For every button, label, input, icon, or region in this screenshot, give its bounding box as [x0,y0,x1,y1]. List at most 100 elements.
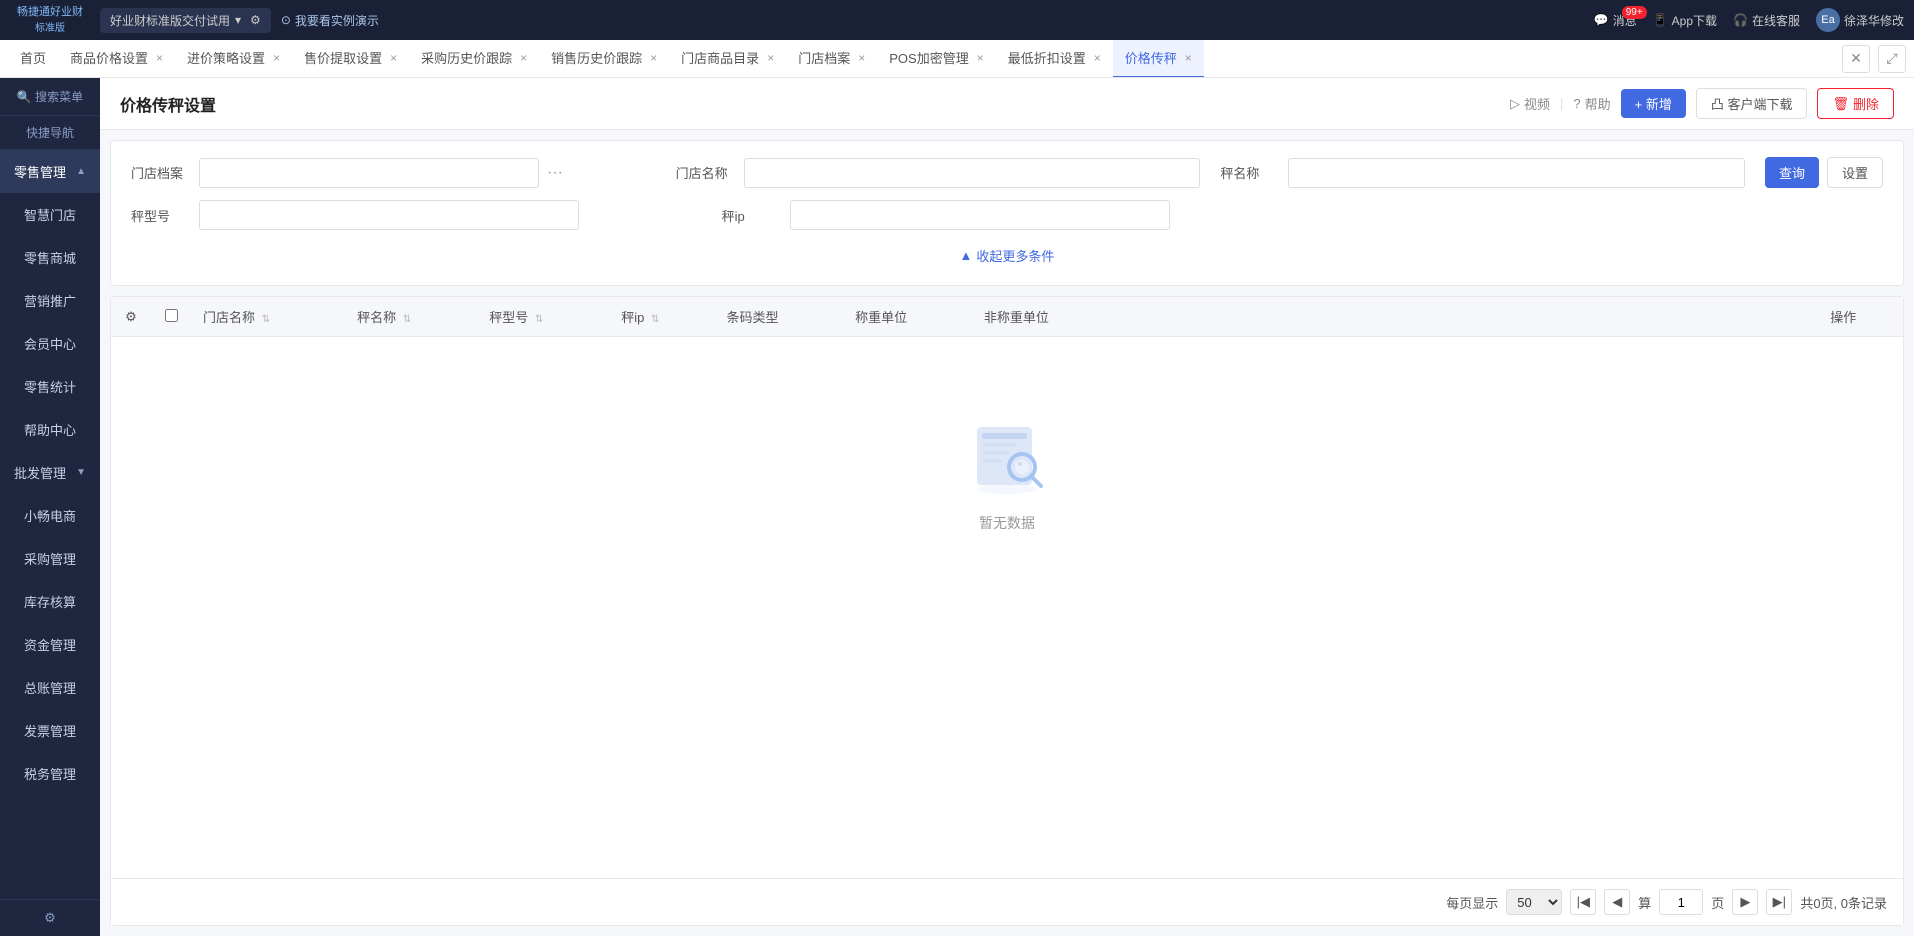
tab-purchase-strategy-close[interactable]: × [273,51,280,65]
tab-pos[interactable]: POS加密管理 × [877,40,995,78]
sidebar-item-wholesale[interactable]: 批发管理 ▼ [0,451,100,494]
app-download-label: App下载 [1672,12,1717,29]
store-name-label: 门店名称 [676,163,736,182]
tab-expand-button[interactable]: ⤢ [1878,45,1906,73]
sidebar-search[interactable]: 🔍 搜索菜单 [0,78,100,116]
filter-row-2: 秤型号 秤ip [131,200,1883,230]
tab-sale-history[interactable]: 销售历史价跟踪 × [539,40,669,78]
add-button[interactable]: + 新增 [1621,89,1686,118]
tab-product-price-close[interactable]: × [156,51,163,65]
sidebar-item-inventory[interactable]: 库存核算 [0,580,100,623]
sidebar-item-retail[interactable]: 零售管理 ▲ [0,150,100,193]
sort-icon-scale-model[interactable]: ⇅ [535,314,543,325]
tab-sale-extract-close[interactable]: × [390,51,397,65]
sidebar-item-retail-mall[interactable]: 零售商城 [0,236,100,279]
sidebar-item-ecommerce[interactable]: 小畅电商 [0,494,100,537]
tab-product-price[interactable]: 商品价格设置 × [58,40,175,78]
tab-store-profile[interactable]: 门店档案 × [786,40,877,78]
sidebar-item-finance[interactable]: 资金管理 [0,623,100,666]
empty-state: 暂无数据 [111,337,1903,613]
column-settings-icon[interactable]: ⚙ [125,309,137,324]
collapse-label: 收起更多条件 [976,246,1054,265]
prev-page-button[interactable]: ◀ [1604,889,1630,915]
tab-purchase-history[interactable]: 采购历史价跟踪 × [409,40,539,78]
sidebar-item-tax[interactable]: 税务管理 [0,752,100,795]
sidebar-item-inventory-label: 库存核算 [24,592,76,611]
sidebar-item-marketing-label: 营销推广 [24,291,76,310]
store-name-input[interactable] [744,158,1201,188]
tab-purchase-strategy[interactable]: 进价策略设置 × [175,40,292,78]
sort-icon-store-name[interactable]: ⇅ [262,314,270,325]
col-scale-ip-label: 秤ip [621,310,644,325]
tab-sale-history-close[interactable]: × [650,51,657,65]
col-scale-model: 秤型号 ⇅ [477,297,609,337]
sort-icon-scale-name[interactable]: ⇅ [403,314,411,325]
sidebar-item-invoice[interactable]: 发票管理 [0,709,100,752]
scale-ip-input[interactable] [790,200,1170,230]
per-page-select[interactable]: 50 20 100 [1506,889,1562,915]
sidebar-item-purchase-label: 采购管理 [24,549,76,568]
tab-store-profile-label: 门店档案 [798,48,850,67]
tab-pos-close[interactable]: × [977,51,984,65]
sidebar-item-invoice-label: 发票管理 [24,721,76,740]
tab-price-scale-close[interactable]: × [1185,51,1192,65]
tab-store-profile-close[interactable]: × [858,51,865,65]
tab-sale-extract[interactable]: 售价提取设置 × [292,40,409,78]
query-button[interactable]: 查询 [1765,157,1819,188]
sort-icon-scale-ip[interactable]: ⇅ [651,314,659,325]
user-menu[interactable]: Ea 徐泽华修改 [1816,8,1904,32]
help-icon: ? [1573,96,1580,111]
sidebar-item-retail-stats[interactable]: 零售统计 [0,365,100,408]
version-select[interactable]: 好业财标准版交付试用 ▾ ⚙ [100,8,271,33]
sidebar-item-retail-label: 零售管理 [14,162,66,181]
store-profile-input[interactable] [199,158,539,188]
tab-min-discount-close[interactable]: × [1094,51,1101,65]
logo-area: 畅捷通好业财 标准版 [10,6,90,34]
col-checkbox [151,297,191,337]
tab-purchase-history-label: 采购历史价跟踪 [421,48,512,67]
tab-purchase-strategy-label: 进价策略设置 [187,48,265,67]
first-page-button[interactable]: |◀ [1570,889,1596,915]
sidebar-quick-nav[interactable]: 快捷导航 [0,116,100,150]
sidebar-item-smart-store[interactable]: 智慧门店 [0,193,100,236]
sidebar-item-tax-label: 税务管理 [24,764,76,783]
messages-button[interactable]: 💬 消息 99+ [1594,12,1637,29]
last-page-button[interactable]: ▶| [1766,889,1792,915]
sidebar-item-help[interactable]: 帮助中心 [0,408,100,451]
sidebar-item-purchase[interactable]: 采购管理 [0,537,100,580]
download-button[interactable]: 凸 客户端下载 [1696,88,1808,119]
demo-link[interactable]: ⊙ 我要看实例演示 [281,12,379,29]
col-weight-unit: 称重单位 [843,297,972,337]
sidebar-item-ledger[interactable]: 总账管理 [0,666,100,709]
tab-purchase-history-close[interactable]: × [520,51,527,65]
tab-home[interactable]: 首页 [8,40,58,78]
scale-model-input[interactable] [199,200,579,230]
table-header-row: ⚙ 门店名称 ⇅ 秤名称 ⇅ [111,297,1903,337]
tab-store-catalog[interactable]: 门店商品目录 × [669,40,786,78]
page-number-input[interactable] [1659,889,1703,915]
table-head: ⚙ 门店名称 ⇅ 秤名称 ⇅ [111,297,1903,337]
online-service-button[interactable]: 🎧 在线客服 [1733,12,1800,29]
scale-name-input[interactable] [1288,158,1745,188]
delete-button[interactable]: 🗑 删除 [1817,88,1894,119]
next-page-button[interactable]: ▶ [1732,889,1758,915]
settings-icon[interactable]: ⚙ [250,13,261,27]
filter-scale-model: 秤型号 [131,200,702,230]
tab-min-discount[interactable]: 最低折扣设置 × [996,40,1113,78]
collapse-button[interactable]: ▲ 收起更多条件 [960,242,1055,269]
sidebar-item-member[interactable]: 会员中心 [0,322,100,365]
logo-sub: 标准版 [35,19,65,34]
store-profile-expand[interactable]: ··· [547,164,563,182]
sidebar-item-marketing[interactable]: 营销推广 [0,279,100,322]
tab-close-button[interactable]: ✕ [1842,45,1870,73]
select-all-checkbox[interactable] [165,309,178,322]
sidebar-settings-button[interactable]: ⚙ [0,899,100,936]
tab-store-catalog-close[interactable]: × [767,51,774,65]
help-link[interactable]: ? 帮助 [1573,94,1610,113]
tab-price-scale[interactable]: 价格传秤 × [1113,40,1204,78]
app-download-button[interactable]: 📱 App下载 [1653,12,1717,29]
video-link[interactable]: ▷ 视频 [1510,94,1550,113]
settings-button[interactable]: 设置 [1827,157,1883,188]
page-title: 价格传秤设置 [120,92,216,116]
col-barcode-type-label: 条码类型 [726,310,778,325]
